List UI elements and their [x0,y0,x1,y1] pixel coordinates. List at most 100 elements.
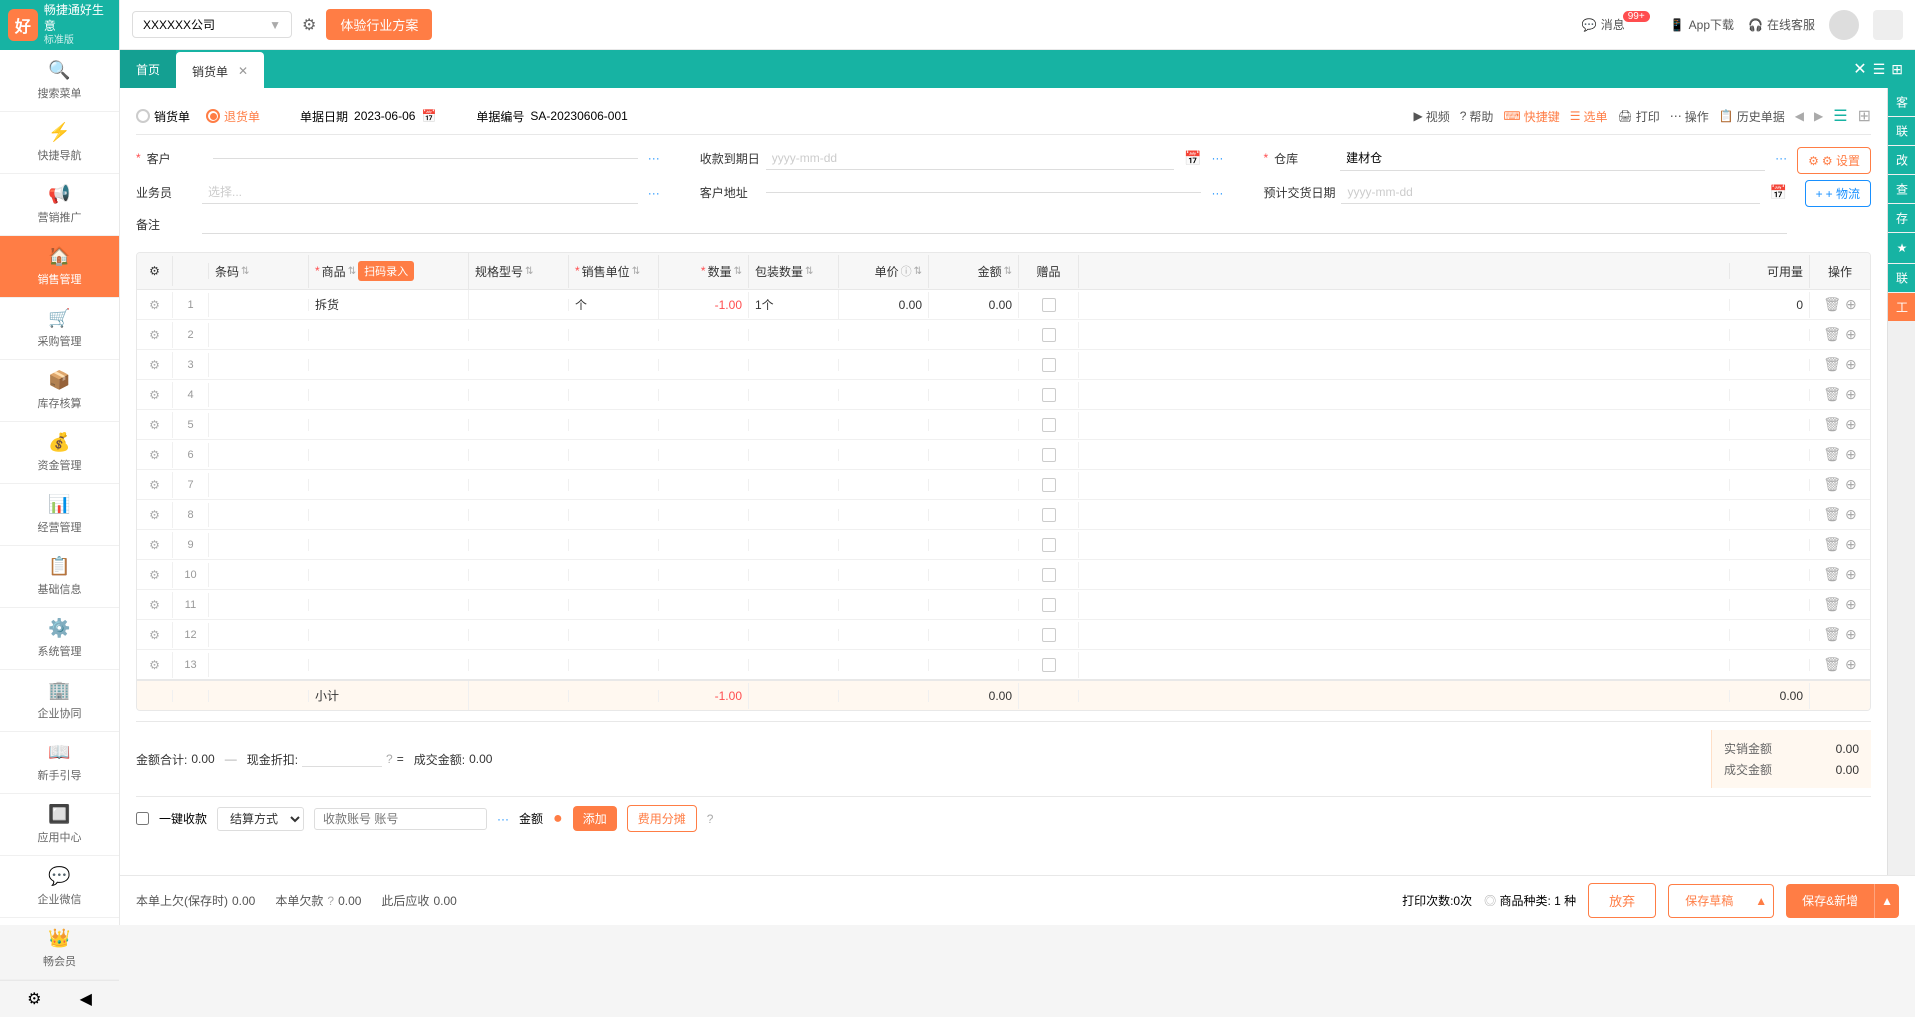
save-new-dropdown[interactable]: ▲ [1874,884,1899,918]
td-remark-11[interactable] [1079,629,1730,641]
copy-icon-12[interactable]: ⊕ [1845,656,1857,673]
td-spec-1[interactable] [469,329,569,341]
td-product-10[interactable] [309,599,469,611]
customer-dots[interactable]: ··· [648,151,660,165]
save-new-btn[interactable]: 保存&新增 [1786,884,1874,918]
td-qty-2[interactable] [659,359,749,371]
td-price-9[interactable] [839,569,929,581]
td-price-10[interactable] [839,599,929,611]
warehouse-dots[interactable]: ··· [1775,151,1787,165]
company-selector[interactable]: XXXXXX公司 ▼ [132,11,292,38]
sort-spec[interactable]: ⇅ [525,266,533,277]
td-spec-11[interactable] [469,629,569,641]
td-price-3[interactable] [839,389,929,401]
td-amount-4[interactable] [929,419,1019,431]
delete-icon-4[interactable]: 🗑 [1823,416,1841,433]
td-unit-12[interactable] [569,659,659,671]
copy-icon-11[interactable]: ⊕ [1845,626,1857,643]
td-settings-11[interactable]: ⚙ [137,622,173,648]
td-settings-12[interactable]: ⚙ [137,652,173,678]
td-remark-3[interactable] [1079,389,1730,401]
td-spec-3[interactable] [469,389,569,401]
sidebar-item-member[interactable]: 👑 畅会员 [0,918,119,980]
copy-icon-8[interactable]: ⊕ [1845,536,1857,553]
td-gift-4[interactable] [1019,412,1079,438]
td-pkg-6[interactable] [749,479,839,491]
copy-icon-0[interactable]: ⊕ [1845,296,1857,313]
tab-sales-order[interactable]: 销货单 ✕ [176,52,264,90]
td-product-6[interactable] [309,479,469,491]
td-barcode-4[interactable] [209,419,309,431]
remarks-input[interactable] [202,214,1787,234]
message-btn[interactable]: 💬 消息 99+ [1582,16,1656,33]
td-product-3[interactable] [309,389,469,401]
td-remark-9[interactable] [1079,569,1730,581]
td-barcode-3[interactable] [209,389,309,401]
td-price-1[interactable] [839,329,929,341]
add-btn[interactable]: 添加 [573,806,617,831]
sidebar-item-enterprise[interactable]: 🏢 企业协同 [0,670,119,732]
td-price-7[interactable] [839,509,929,521]
rf-btn-6[interactable]: ★ [1888,233,1915,263]
td-gift-7[interactable] [1019,502,1079,528]
view-grid-icon[interactable]: ⊞ [1858,106,1871,126]
sort-product[interactable]: ⇅ [348,266,356,277]
one-click-checkbox[interactable] [136,812,149,825]
td-unit-1[interactable] [569,329,659,341]
td-product-5[interactable] [309,449,469,461]
td-amount-2[interactable] [929,359,1019,371]
due-date-dots[interactable]: ··· [1211,151,1223,165]
td-remark-7[interactable] [1079,509,1730,521]
td-qty-1[interactable] [659,329,749,341]
tool-video[interactable]: ▶ 视频 [1413,108,1449,125]
td-qty-9[interactable] [659,569,749,581]
td-gift-1[interactable] [1019,322,1079,348]
td-remark-5[interactable] [1079,449,1730,461]
calendar-icon[interactable]: 📅 [421,109,436,123]
sidebar-item-purchase[interactable]: 🛒 采购管理 [0,298,119,360]
expense-help-icon[interactable]: ? [707,812,714,826]
td-amount-3[interactable] [929,389,1019,401]
sidebar-item-finance[interactable]: 💰 资金管理 [0,422,119,484]
td-qty-10[interactable] [659,599,749,611]
td-barcode-0[interactable] [209,299,309,311]
copy-icon-9[interactable]: ⊕ [1845,566,1857,583]
rf-btn-5[interactable]: 存 [1888,204,1915,232]
td-qty-5[interactable] [659,449,749,461]
copy-icon-2[interactable]: ⊕ [1845,356,1857,373]
app-download-btn[interactable]: 📱 App下载 [1670,16,1734,33]
sort-pkg[interactable]: ⇅ [805,266,813,277]
expense-btn[interactable]: 费用分摊 [627,805,697,832]
td-settings-6[interactable]: ⚙ [137,472,173,498]
td-pkg-3[interactable] [749,389,839,401]
sidebar-item-wechat[interactable]: 💬 企业微信 [0,856,119,918]
td-amount-12[interactable] [929,659,1019,671]
rf-btn-7[interactable]: 联 [1888,264,1915,292]
td-unit-8[interactable] [569,539,659,551]
sidebar-item-marketing[interactable]: 📢 营销推广 [0,174,119,236]
sidebar-item-sales[interactable]: 🏠 销售管理 [0,236,119,298]
td-spec-6[interactable] [469,479,569,491]
copy-icon-7[interactable]: ⊕ [1845,506,1857,523]
tool-select[interactable]: ☰ 选单 [1570,108,1608,125]
method-select[interactable]: 结算方式 [217,807,304,831]
salesperson-dots[interactable]: ··· [648,186,660,200]
sort-amount[interactable]: ⇅ [1004,266,1012,277]
td-gift-10[interactable] [1019,592,1079,618]
save-draft-btn[interactable]: 保存草稿 [1668,884,1749,918]
td-pkg-4[interactable] [749,419,839,431]
sidebar-item-inventory[interactable]: 📦 库存核算 [0,360,119,422]
td-amount-9[interactable] [929,569,1019,581]
td-pkg-8[interactable] [749,539,839,551]
trial-btn[interactable]: 体验行业方案 [326,9,432,40]
copy-icon-6[interactable]: ⊕ [1845,476,1857,493]
due-date-input[interactable] [766,147,1174,170]
td-amount-5[interactable] [929,449,1019,461]
th-settings[interactable]: ⚙ [137,256,173,286]
td-barcode-11[interactable] [209,629,309,641]
td-remark-0[interactable] [1079,299,1730,311]
td-settings-8[interactable]: ⚙ [137,532,173,558]
td-remark-12[interactable] [1079,659,1730,671]
td-barcode-10[interactable] [209,599,309,611]
td-pkg-0[interactable]: 1个 [749,290,839,319]
